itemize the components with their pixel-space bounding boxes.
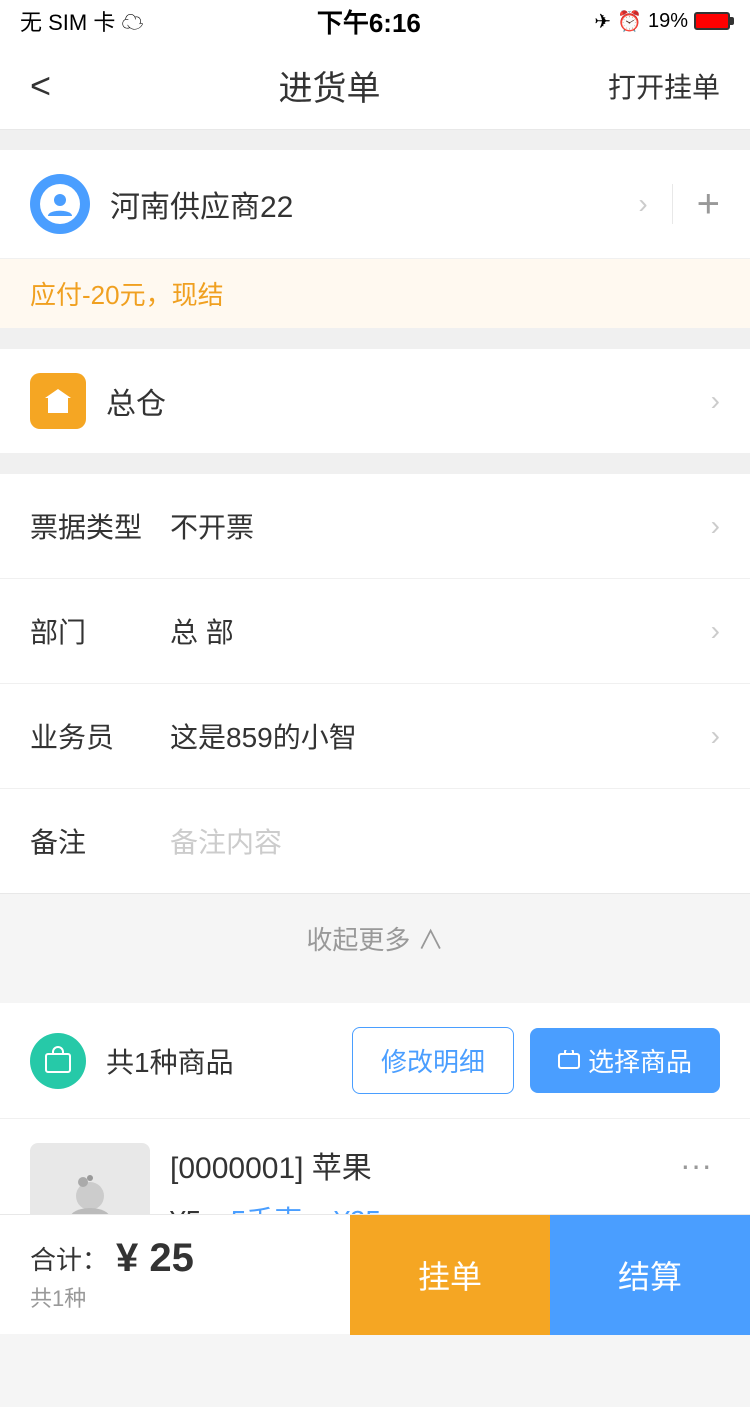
add-supplier-button[interactable]: + (697, 182, 720, 227)
status-time: 下午6:16 (317, 3, 421, 40)
warehouse-row[interactable]: 总仓 › (0, 349, 750, 453)
warehouse-chevron-icon: › (711, 385, 720, 417)
notice-bar: 应付-20元，现结 (0, 259, 750, 329)
remark-placeholder: 备注内容 (170, 821, 720, 861)
alarm-icon: ⏰ (617, 9, 642, 34)
department-value: 总 部 (170, 611, 711, 651)
supplier-chevron-icon: › (638, 188, 647, 220)
salesperson-value: 这是859的小智 (170, 716, 711, 756)
invoice-type-value: 不开票 (170, 506, 711, 546)
total-label: 合计： ¥ 25 (30, 1236, 320, 1281)
open-pending-button[interactable]: 打开挂单 (608, 66, 720, 106)
back-button[interactable]: < (30, 65, 51, 107)
supplier-avatar (30, 174, 90, 234)
bottom-bar: 合计： ¥ 25 共1种 挂单 结算 (0, 1214, 750, 1334)
supplier-divider (672, 184, 673, 224)
page-title: 进货单 (279, 61, 381, 110)
avatar-icon (40, 184, 80, 224)
status-right: ✈ ⏰ 19% (594, 9, 730, 34)
warehouse-icon (30, 373, 86, 429)
department-label: 部门 (30, 611, 170, 651)
battery-icon (694, 12, 730, 30)
nav-bar: < 进货单 打开挂单 (0, 42, 750, 130)
checkout-button[interactable]: 结算 (550, 1215, 750, 1335)
product-title: 苹果 (312, 1152, 372, 1185)
collapse-button[interactable]: 收起更多 ∧ (0, 893, 750, 983)
top-divider (0, 130, 750, 150)
status-left: 无 SIM 卡 ☁ (20, 5, 143, 37)
product-header: 共1种商品 修改明细 选择商品 (0, 1003, 750, 1119)
battery-text: 19% (648, 10, 688, 33)
department-chevron-icon: › (711, 615, 720, 647)
product-more-button[interactable]: ··· (672, 1143, 720, 1188)
form-card: 票据类型 不开票 › 部门 总 部 › 业务员 这是859的小智 › 备注 备注… (0, 473, 750, 983)
hang-order-button[interactable]: 挂单 (350, 1215, 550, 1335)
invoice-type-row[interactable]: 票据类型 不开票 › (0, 473, 750, 578)
supplier-card: 河南供应商22 › + 应付-20元，现结 (0, 150, 750, 329)
product-count: 共1种商品 (106, 1041, 352, 1081)
total-text: 合计： (30, 1240, 108, 1277)
supplier-row[interactable]: 河南供应商22 › + (0, 150, 750, 259)
invoice-type-label: 票据类型 (30, 506, 170, 546)
product-name: [0000001] 苹果 (170, 1143, 652, 1187)
invoice-type-chevron-icon: › (711, 510, 720, 542)
salesperson-label: 业务员 (30, 716, 170, 756)
signal-text: 无 SIM 卡 ☁ (20, 5, 143, 37)
supplier-name: 河南供应商22 (110, 182, 638, 226)
remark-label: 备注 (30, 821, 170, 861)
total-sub: 共1种 (30, 1281, 320, 1313)
select-product-button[interactable]: 选择商品 (530, 1028, 720, 1093)
total-amount: ¥ 25 (116, 1236, 194, 1281)
location-icon: ✈ (594, 9, 611, 34)
product-code: [0000001] (170, 1152, 312, 1185)
select-product-label: 选择商品 (588, 1042, 692, 1079)
department-row[interactable]: 部门 总 部 › (0, 578, 750, 683)
status-bar: 无 SIM 卡 ☁ 下午6:16 ✈ ⏰ 19% (0, 0, 750, 42)
warehouse-name: 总仓 (106, 379, 711, 423)
warehouse-card: 总仓 › (0, 349, 750, 453)
total-section: 合计： ¥ 25 共1种 (0, 1236, 350, 1313)
edit-detail-button[interactable]: 修改明细 (352, 1027, 514, 1094)
divider-1 (0, 329, 750, 349)
salesperson-row[interactable]: 业务员 这是859的小智 › (0, 683, 750, 788)
divider-2 (0, 453, 750, 473)
remark-row[interactable]: 备注 备注内容 (0, 788, 750, 893)
salesperson-chevron-icon: › (711, 720, 720, 752)
product-icon (30, 1033, 86, 1089)
